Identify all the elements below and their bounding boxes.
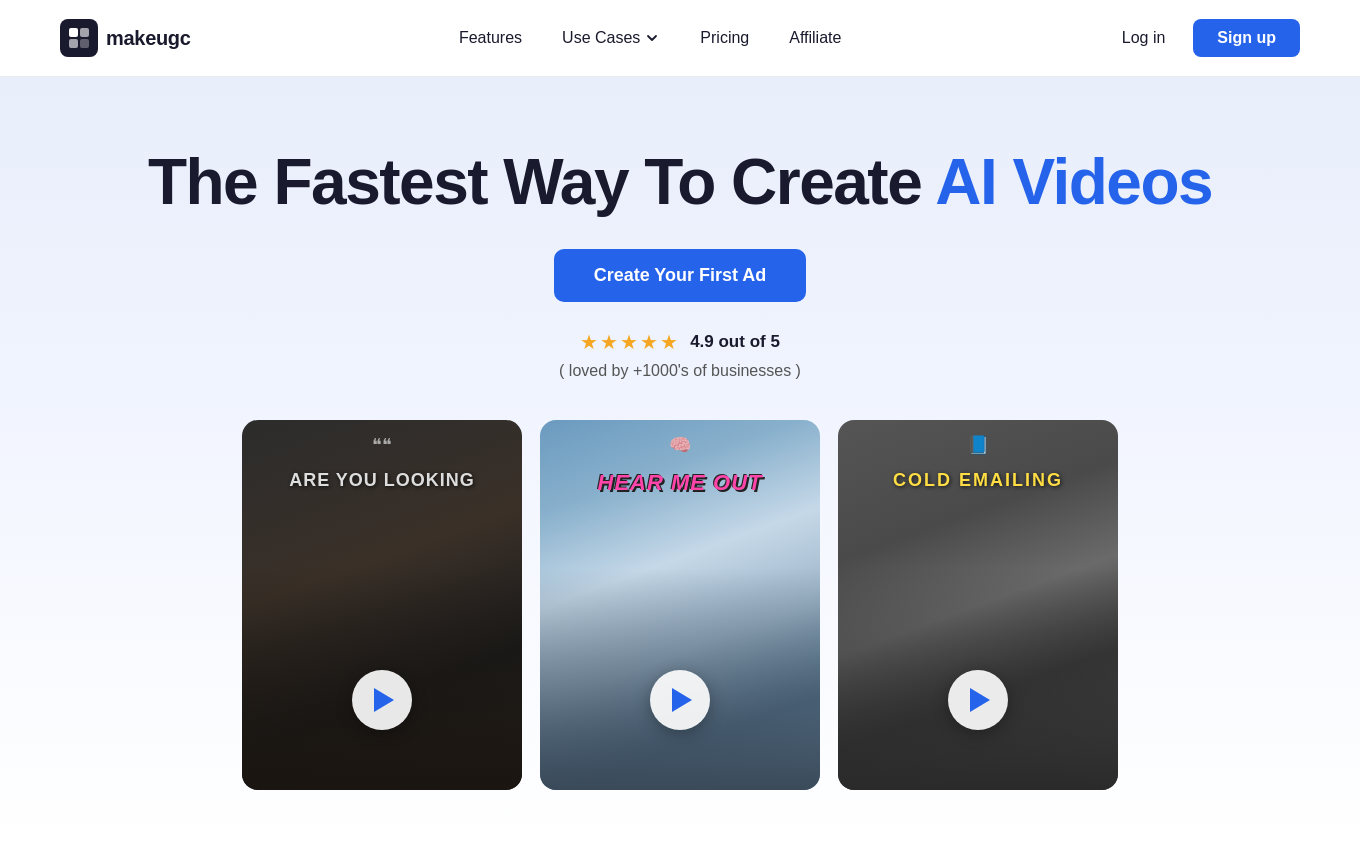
logo-link[interactable]: makeugc bbox=[60, 19, 191, 57]
play-button-2[interactable] bbox=[650, 670, 710, 730]
video-text-2: HEAR ME OUT bbox=[540, 470, 820, 496]
nav-features[interactable]: Features bbox=[459, 29, 522, 46]
navbar: makeugc Features Use Cases Pricing Affil… bbox=[0, 0, 1360, 77]
nav-links: Features Use Cases Pricing Affiliate bbox=[459, 29, 841, 47]
rating-value: 4.9 out of 5 bbox=[690, 332, 780, 352]
video-text-1: ARE YOU LOOKING bbox=[242, 470, 522, 491]
signup-button[interactable]: Sign up bbox=[1193, 19, 1300, 57]
video-card-1: ❝❝ ARE YOU LOOKING bbox=[242, 420, 522, 790]
logo-icon bbox=[60, 19, 98, 57]
star-icons: ★★★★★ bbox=[580, 330, 680, 354]
svg-rect-1 bbox=[80, 28, 89, 37]
chevron-down-icon bbox=[644, 30, 660, 46]
cta-button[interactable]: Create Your First Ad bbox=[554, 249, 807, 302]
video-card-3: 📘 COLD EMAILING bbox=[838, 420, 1118, 790]
hero-headline: The Fastest Way To Create AI Videos bbox=[20, 147, 1340, 217]
nav-actions: Log in Sign up bbox=[1110, 19, 1300, 57]
hero-section: The Fastest Way To Create AI Videos Crea… bbox=[0, 77, 1360, 840]
video-grid: ❝❝ ARE YOU LOOKING 🧠 HEAR ME OUT 📘 COLD … bbox=[20, 420, 1340, 790]
logo-text: makeugc bbox=[106, 27, 191, 50]
nav-affiliate[interactable]: Affiliate bbox=[789, 29, 841, 46]
svg-rect-2 bbox=[69, 39, 78, 48]
svg-rect-3 bbox=[80, 39, 89, 48]
loved-text: ( loved by +1000's of businesses ) bbox=[20, 362, 1340, 380]
svg-rect-0 bbox=[69, 28, 78, 37]
video-icon-1: ❝❝ bbox=[372, 434, 392, 456]
play-button-3[interactable] bbox=[948, 670, 1008, 730]
rating-row: ★★★★★ 4.9 out of 5 bbox=[20, 330, 1340, 354]
login-button[interactable]: Log in bbox=[1110, 21, 1178, 55]
video-text-3: COLD EMAILING bbox=[838, 470, 1118, 491]
nav-use-cases[interactable]: Use Cases bbox=[562, 29, 660, 47]
video-card-2: 🧠 HEAR ME OUT bbox=[540, 420, 820, 790]
play-icon-1 bbox=[374, 688, 394, 712]
nav-pricing[interactable]: Pricing bbox=[700, 29, 749, 46]
play-button-1[interactable] bbox=[352, 670, 412, 730]
video-icon-3: 📘 bbox=[967, 434, 989, 456]
video-icon-2: 🧠 bbox=[669, 434, 691, 456]
play-icon-2 bbox=[672, 688, 692, 712]
play-icon-3 bbox=[970, 688, 990, 712]
